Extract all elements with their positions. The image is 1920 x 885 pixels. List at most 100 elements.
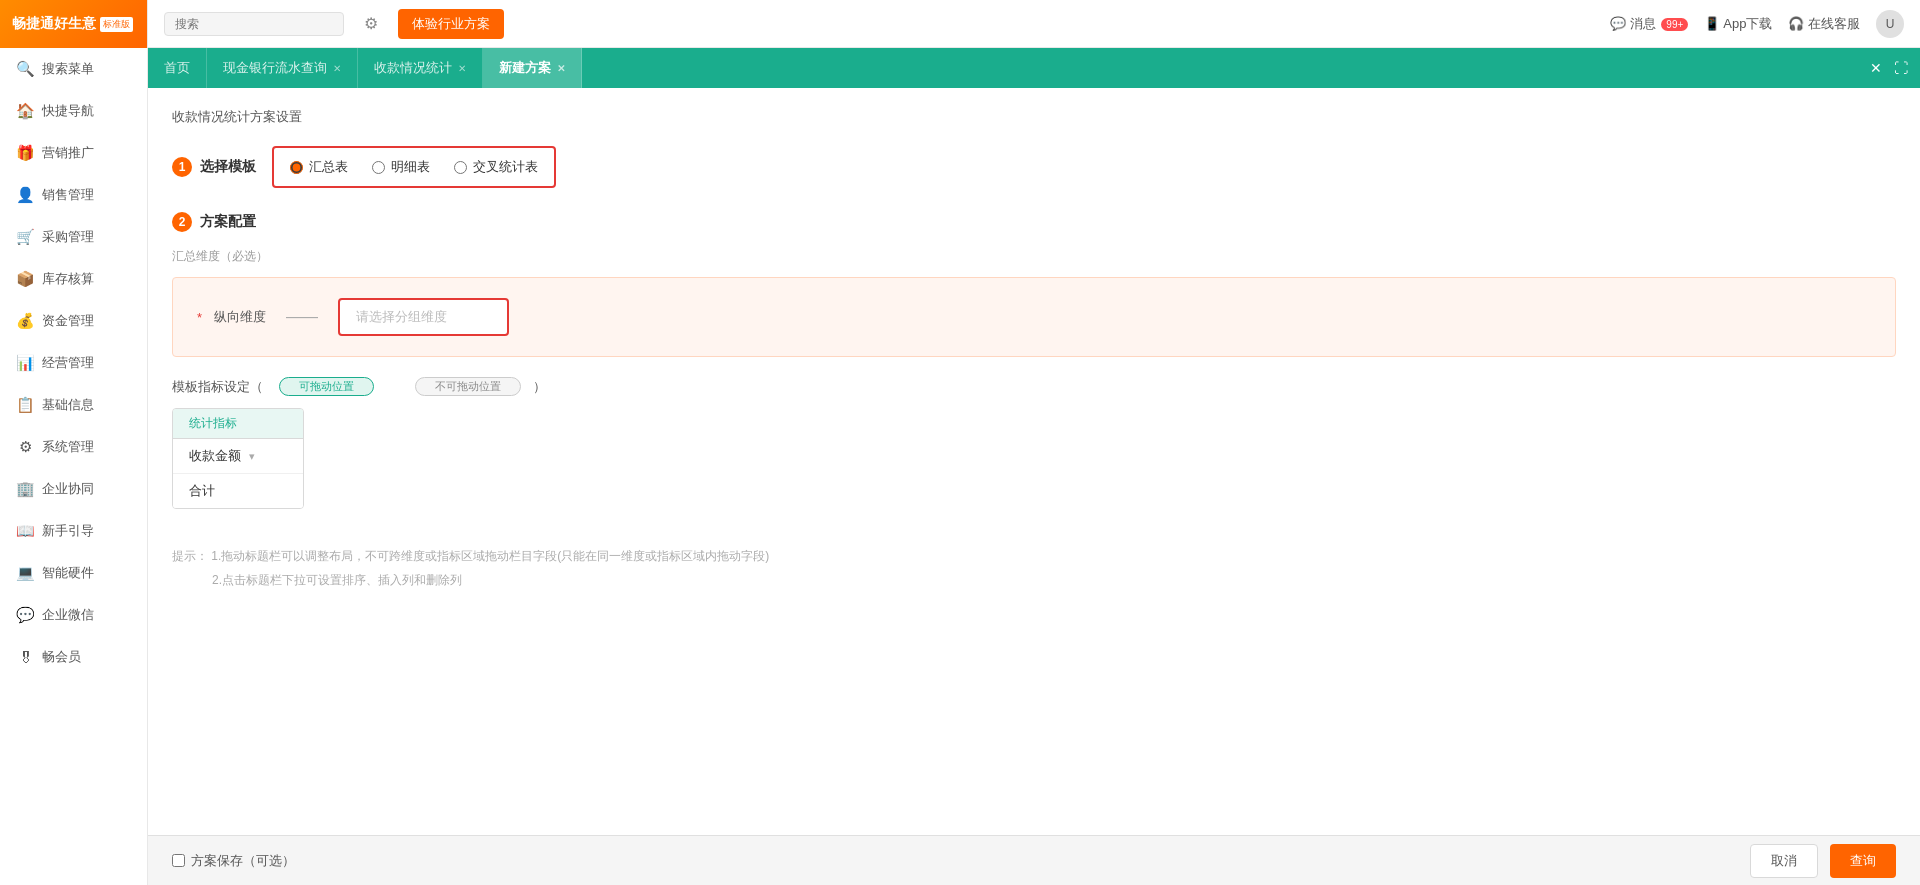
topbar-right: 💬 消息 99+ 📱 App下载 🎧 在线客服 U xyxy=(1610,10,1904,38)
metrics-cell-total-label: 合计 xyxy=(189,482,215,500)
sidebar-item-operation[interactable]: 📊 经营管理 xyxy=(0,342,147,384)
download-label: App下载 xyxy=(1723,16,1772,31)
dimension-arrow-icon: —— xyxy=(286,308,318,326)
sidebar-item-system[interactable]: ⚙ 系统管理 xyxy=(0,426,147,468)
sidebar-logo: 畅捷通好生意 标准版 xyxy=(0,0,147,48)
sidebar-item-purchase[interactable]: 🛒 采购管理 xyxy=(0,216,147,258)
radio-summary-input[interactable] xyxy=(290,161,303,174)
cancel-button[interactable]: 取消 xyxy=(1750,844,1818,878)
sidebar-item-label: 采购管理 xyxy=(42,228,94,246)
tab-receipt-stats[interactable]: 收款情况统计 ✕ xyxy=(358,48,483,88)
template-radio-group: 汇总表 明细表 交叉统计表 xyxy=(272,146,556,188)
tab-home-label: 首页 xyxy=(164,59,190,77)
sidebar-item-label: 企业微信 xyxy=(42,606,94,624)
tip-1: 提示： 1.拖动标题栏可以调整布局，不可跨维度或指标区域拖动栏目字段(只能在同一… xyxy=(172,544,1896,568)
sidebar-item-label: 智能硬件 xyxy=(42,564,94,582)
save-checkbox[interactable] xyxy=(172,854,185,867)
tab-home[interactable]: 首页 xyxy=(148,48,207,88)
tab-new-plan-close-icon[interactable]: ✕ xyxy=(557,63,565,74)
download-icon: 📱 xyxy=(1704,16,1720,31)
dimension-required-star: * xyxy=(197,310,202,325)
step1-title: 选择模板 xyxy=(200,158,256,176)
sidebar-item-inventory[interactable]: 📦 库存核算 xyxy=(0,258,147,300)
sidebar-item-enterprise[interactable]: 🏢 企业协同 xyxy=(0,468,147,510)
download-item[interactable]: 📱 App下载 xyxy=(1704,15,1772,33)
maximize-icon[interactable]: ⛶ xyxy=(1894,60,1908,76)
step2-badge: 2 xyxy=(172,212,192,232)
chat-icon: 💬 xyxy=(16,606,34,624)
sidebar-item-finance[interactable]: 💰 资金管理 xyxy=(0,300,147,342)
radio-cross-input[interactable] xyxy=(454,161,467,174)
step1-header: 1 选择模板 汇总表 明细表 交叉统计表 xyxy=(172,146,1896,188)
radio-cross-label: 交叉统计表 xyxy=(473,158,538,176)
radio-detail-label: 明细表 xyxy=(391,158,430,176)
message-label: 消息 xyxy=(1630,16,1656,31)
dimension-row-label: 纵向维度 xyxy=(214,308,266,326)
clipboard-icon: 📋 xyxy=(16,396,34,414)
dimension-row: * 纵向维度 —— 请选择分组维度 xyxy=(197,298,1871,336)
sidebar-item-marketing[interactable]: 🎁 营销推广 xyxy=(0,132,147,174)
sidebar-item-smart-hw[interactable]: 💻 智能硬件 xyxy=(0,552,147,594)
step2-header: 2 方案配置 xyxy=(172,212,1896,232)
search-menu-icon: 🔍 xyxy=(16,60,34,78)
sidebar-item-guide[interactable]: 📖 新手引导 xyxy=(0,510,147,552)
gift-icon: 🎁 xyxy=(16,144,34,162)
radio-summary[interactable]: 汇总表 xyxy=(290,158,348,176)
sidebar-item-label: 畅会员 xyxy=(42,648,81,666)
save-option: 方案保存（可选） xyxy=(172,852,295,870)
radio-summary-label: 汇总表 xyxy=(309,158,348,176)
sidebar-item-member[interactable]: 🎖 畅会员 xyxy=(0,636,147,678)
non-draggable-badge: 不可拖动位置 xyxy=(415,377,521,396)
metrics-label-row: 模板指标设定（ 可拖动位置 不可拖动位置 ） xyxy=(172,377,1896,396)
sidebar-item-quick-nav[interactable]: 🏠 快捷导航 xyxy=(0,90,147,132)
sidebar-item-sales[interactable]: 👤 销售管理 xyxy=(0,174,147,216)
search-input[interactable] xyxy=(164,12,344,36)
query-button[interactable]: 查询 xyxy=(1830,844,1896,878)
box-icon: 📦 xyxy=(16,270,34,288)
radio-detail[interactable]: 明细表 xyxy=(372,158,430,176)
step2-section: 2 方案配置 汇总维度（必选） * 纵向维度 —— 请选择分组维度 xyxy=(172,212,1896,604)
tabbar: 首页 现金银行流水查询 ✕ 收款情况统计 ✕ 新建方案 ✕ ✕ ⛶ xyxy=(148,48,1920,88)
radio-detail-input[interactable] xyxy=(372,161,385,174)
sidebar-item-label: 资金管理 xyxy=(42,312,94,330)
dimension-select[interactable]: 请选择分组维度 xyxy=(338,298,509,336)
tab-bank-flow-label: 现金银行流水查询 xyxy=(223,59,327,77)
service-item[interactable]: 🎧 在线客服 xyxy=(1788,15,1860,33)
close-window-icon[interactable]: ✕ xyxy=(1870,60,1882,76)
dropdown-arrow-icon: ▾ xyxy=(249,450,255,463)
topbar: ⚙ 体验行业方案 💬 消息 99+ 📱 App下载 🎧 在线客服 U xyxy=(148,0,1920,48)
sidebar-item-basic-info[interactable]: 📋 基础信息 xyxy=(0,384,147,426)
metrics-table: 统计指标 收款金额 ▾ 合计 xyxy=(172,408,304,509)
metrics-section: 模板指标设定（ 可拖动位置 不可拖动位置 ） 统计指标 收款金额 ▾ xyxy=(172,377,1896,512)
tab-bank-flow[interactable]: 现金银行流水查询 ✕ xyxy=(207,48,358,88)
settings-icon[interactable]: ⚙ xyxy=(364,14,378,33)
radio-cross[interactable]: 交叉统计表 xyxy=(454,158,538,176)
home-icon: 🏠 xyxy=(16,102,34,120)
money-icon: 💰 xyxy=(16,312,34,330)
content-area: 收款情况统计方案设置 1 选择模板 汇总表 明细表 xyxy=(148,88,1920,885)
tab-new-plan[interactable]: 新建方案 ✕ xyxy=(483,48,582,88)
tab-receipt-stats-close-icon[interactable]: ✕ xyxy=(458,63,466,74)
message-badge: 99+ xyxy=(1661,18,1688,31)
footer-bar: 方案保存（可选） 取消 查询 xyxy=(148,835,1920,885)
sidebar-item-label: 基础信息 xyxy=(42,396,94,414)
tab-new-plan-label: 新建方案 xyxy=(499,59,551,77)
sidebar-item-label: 搜索菜单 xyxy=(42,60,94,78)
sidebar-item-wechat[interactable]: 💬 企业微信 xyxy=(0,594,147,636)
metrics-section-title: 模板指标设定（ xyxy=(172,378,263,396)
trial-button[interactable]: 体验行业方案 xyxy=(398,9,504,39)
tabbar-actions: ✕ ⛶ xyxy=(1870,60,1920,76)
service-icon: 🎧 xyxy=(1788,16,1804,31)
sidebar-item-label: 库存核算 xyxy=(42,270,94,288)
sidebar-item-search-menu[interactable]: 🔍 搜索菜单 xyxy=(0,48,147,90)
tab-bank-flow-close-icon[interactable]: ✕ xyxy=(333,63,341,74)
footer-buttons: 取消 查询 xyxy=(1750,844,1896,878)
metrics-cell-payment[interactable]: 收款金额 ▾ xyxy=(173,439,303,474)
cart-icon: 🛒 xyxy=(16,228,34,246)
message-item[interactable]: 💬 消息 99+ xyxy=(1610,15,1688,33)
page-title: 收款情况统计方案设置 xyxy=(172,108,1896,126)
draggable-badge: 可拖动位置 xyxy=(279,377,374,396)
user-avatar[interactable]: U xyxy=(1876,10,1904,38)
tip-2: 2.点击标题栏下拉可设置排序、插入列和删除列 xyxy=(212,568,1896,592)
sidebar: 畅捷通好生意 标准版 🔍 搜索菜单 🏠 快捷导航 🎁 营销推广 👤 销售管理 🛒… xyxy=(0,0,148,885)
